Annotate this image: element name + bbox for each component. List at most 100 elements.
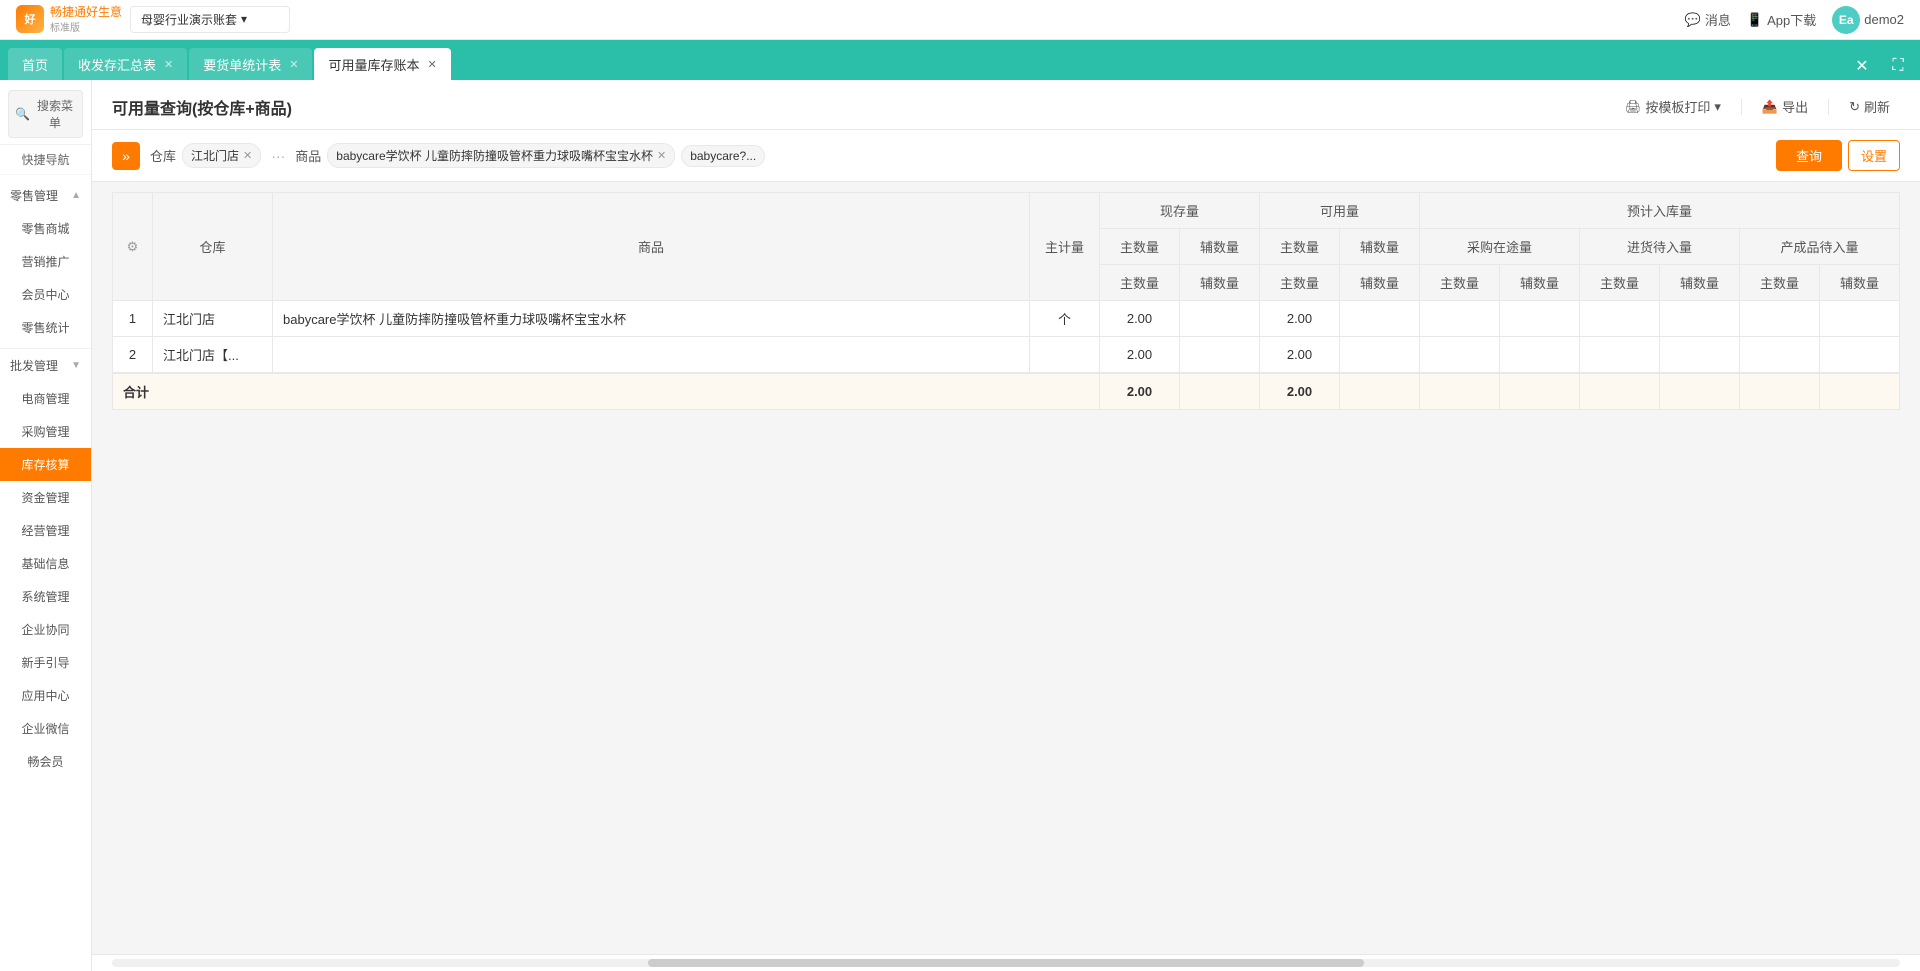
expand-retail-icon: ▲: [71, 190, 81, 201]
sidebar-item-retail[interactable]: 零售管理 ▲: [0, 179, 91, 212]
search-menu-btn[interactable]: 🔍 搜索菜单: [8, 90, 83, 138]
more-warehouse-icon[interactable]: ···: [267, 148, 289, 164]
industry-selector[interactable]: 母婴行业演示账套 ▾: [130, 6, 290, 33]
summary-avail-main: 2.00: [1260, 373, 1340, 410]
summary-row: 合计 2.00 2.00: [113, 373, 1900, 410]
row1-avail-aux: [1340, 301, 1420, 337]
sidebar-item-purchase[interactable]: 采购管理: [0, 415, 91, 448]
th-pur-transit-main: 主数量: [1420, 265, 1500, 301]
th-stock-main: 主数量: [1100, 229, 1180, 265]
remove-product-tag-0-icon[interactable]: ✕: [657, 149, 666, 162]
row2-prod-pending-aux: [1820, 337, 1900, 374]
th-warehouse: 仓库: [153, 193, 273, 301]
retail-label: 零售管理: [10, 187, 58, 204]
tab-receive-summary[interactable]: 收发存汇总表 ✕: [64, 48, 187, 80]
tab-order-stats[interactable]: 要货单统计表 ✕: [189, 48, 312, 80]
remove-warehouse-tag-icon[interactable]: ✕: [243, 149, 252, 162]
th-stock-main-2: 主数量: [1100, 265, 1180, 301]
th-settings[interactable]: ⚙: [113, 193, 153, 301]
expand-icon[interactable]: ⛶: [1884, 52, 1912, 80]
row2-prod-pending-main: [1740, 337, 1820, 374]
summary-stock-main: 2.00: [1100, 373, 1180, 410]
export-btn[interactable]: 📤 导出: [1752, 92, 1818, 121]
sidebar-item-ecommerce[interactable]: 电商管理: [0, 382, 91, 415]
query-btn[interactable]: 查询: [1776, 140, 1842, 171]
horizontal-scrollbar[interactable]: [112, 959, 1900, 967]
logo-text: 畅捷通好生意: [50, 5, 122, 19]
row1-pur-pending-aux: [1660, 301, 1740, 337]
row2-pur-transit-aux: [1500, 337, 1580, 374]
th-avail-aux: 辅数量: [1340, 229, 1420, 265]
app-download-btn[interactable]: 📱 App下载: [1747, 10, 1816, 29]
close-receive-summary-icon[interactable]: ✕: [164, 58, 173, 71]
order-stats-label: 要货单统计表: [203, 55, 281, 74]
table-row: 1 江北门店 babycare学饮杯 儿童防摔防撞吸管杯重力球吸嘴杯宝宝水杯 个…: [113, 301, 1900, 337]
sidebar-item-inventory[interactable]: 库存核算: [0, 448, 91, 481]
row1-stock-aux: [1180, 301, 1260, 337]
quick-nav-label: 快捷导航: [21, 151, 69, 168]
refresh-btn[interactable]: ↻ 刷新: [1839, 92, 1900, 121]
filter-group: 仓库 江北门店 ✕ ··· 商品 babycare学饮杯 儿童防摔防撞吸管杯重力…: [150, 143, 1766, 168]
row2-avail-main: 2.00: [1260, 337, 1340, 374]
print-btn[interactable]: 🖨 按模板打印 ▾: [1615, 92, 1731, 121]
sidebar-item-wholesale[interactable]: 批发管理 ▼: [0, 349, 91, 382]
row1-prod-pending-main: [1740, 301, 1820, 337]
table-row: 2 江北门店【... 2.00 2.00: [113, 337, 1900, 374]
product-tag-0: babycare学饮杯 儿童防摔防撞吸管杯重力球吸嘴杯宝宝水杯 ✕: [327, 143, 675, 168]
sidebar-item-basic[interactable]: 基础信息: [0, 547, 91, 580]
page-actions: 🖨 按模板打印 ▾ 📤 导出 ↻ 刷新: [1615, 92, 1900, 121]
sidebar-section-retail: 零售管理 ▲ 零售商城 营销推广 会员中心 零售统计: [0, 175, 91, 349]
chevron-down-icon: ▾: [241, 12, 247, 26]
username: demo2: [1864, 12, 1904, 27]
sidebar-item-member2[interactable]: 畅会员: [0, 745, 91, 778]
close-window-icon[interactable]: ✕: [1848, 52, 1876, 80]
message-btn[interactable]: 💬 消息: [1685, 10, 1731, 29]
sidebar-item-member[interactable]: 会员中心: [0, 278, 91, 311]
settings-icon[interactable]: ⚙: [127, 239, 139, 254]
warehouse-tag-0: 江北门店 ✕: [182, 143, 261, 168]
row1-pur-transit-main: [1420, 301, 1500, 337]
mobile-icon: 📱: [1747, 12, 1763, 28]
close-order-stats-icon[interactable]: ✕: [289, 58, 298, 71]
row1-index: 1: [113, 301, 153, 337]
logo-area: 好 畅捷通好生意 标准版: [16, 5, 122, 34]
sidebar-item-newbie[interactable]: 新手引导: [0, 646, 91, 679]
row2-unit: [1030, 337, 1100, 374]
avatar: Ea: [1832, 6, 1860, 34]
sidebar-item-system[interactable]: 系统管理: [0, 580, 91, 613]
row1-pur-pending-main: [1580, 301, 1660, 337]
sidebar-item-operation[interactable]: 经营管理: [0, 514, 91, 547]
sidebar-item-finance[interactable]: 资金管理: [0, 481, 91, 514]
summary-pur-transit-main: [1420, 373, 1500, 410]
row2-pur-pending-aux: [1660, 337, 1740, 374]
summary-prod-pending-aux: [1820, 373, 1900, 410]
export-icon: 📤: [1762, 99, 1778, 115]
tab-home[interactable]: 首页: [8, 48, 62, 80]
close-available-stock-icon[interactable]: ✕: [428, 58, 437, 71]
row2-stock-aux: [1180, 337, 1260, 374]
filter-toggle-btn[interactable]: »: [112, 142, 140, 170]
sidebar-item-retail-store[interactable]: 零售商城: [0, 212, 91, 245]
message-label: 消息: [1705, 10, 1731, 29]
th-pur-pending-aux: 辅数量: [1660, 265, 1740, 301]
row1-prod-pending-aux: [1820, 301, 1900, 337]
logo-text-block: 畅捷通好生意 标准版: [50, 5, 122, 34]
search-menu-label: 搜索菜单: [34, 97, 76, 131]
logo-icon: 好: [16, 5, 44, 33]
industry-label: 母婴行业演示账套: [141, 11, 237, 28]
sidebar-item-wechat[interactable]: 企业微信: [0, 712, 91, 745]
search-icon: 🔍: [15, 107, 30, 121]
quick-nav-btn[interactable]: 快捷导航: [0, 145, 91, 175]
sidebar-item-retail-stats[interactable]: 零售统计: [0, 311, 91, 344]
user-menu[interactable]: Ea demo2: [1832, 6, 1904, 34]
sidebar-item-enterprise[interactable]: 企业协同: [0, 613, 91, 646]
sidebar-item-app-center[interactable]: 应用中心: [0, 679, 91, 712]
setting-btn[interactable]: 设置: [1848, 140, 1900, 171]
row1-product: babycare学饮杯 儿童防摔防撞吸管杯重力球吸嘴杯宝宝水杯: [273, 301, 1030, 337]
sidebar-item-retail-promo[interactable]: 营销推广: [0, 245, 91, 278]
export-label: 导出: [1782, 97, 1808, 116]
product-tag-text-1: babycare?...: [690, 149, 756, 163]
tab-available-stock[interactable]: 可用量库存账本 ✕: [314, 48, 450, 80]
row2-index: 2: [113, 337, 153, 374]
summary-prod-pending-main: [1740, 373, 1820, 410]
